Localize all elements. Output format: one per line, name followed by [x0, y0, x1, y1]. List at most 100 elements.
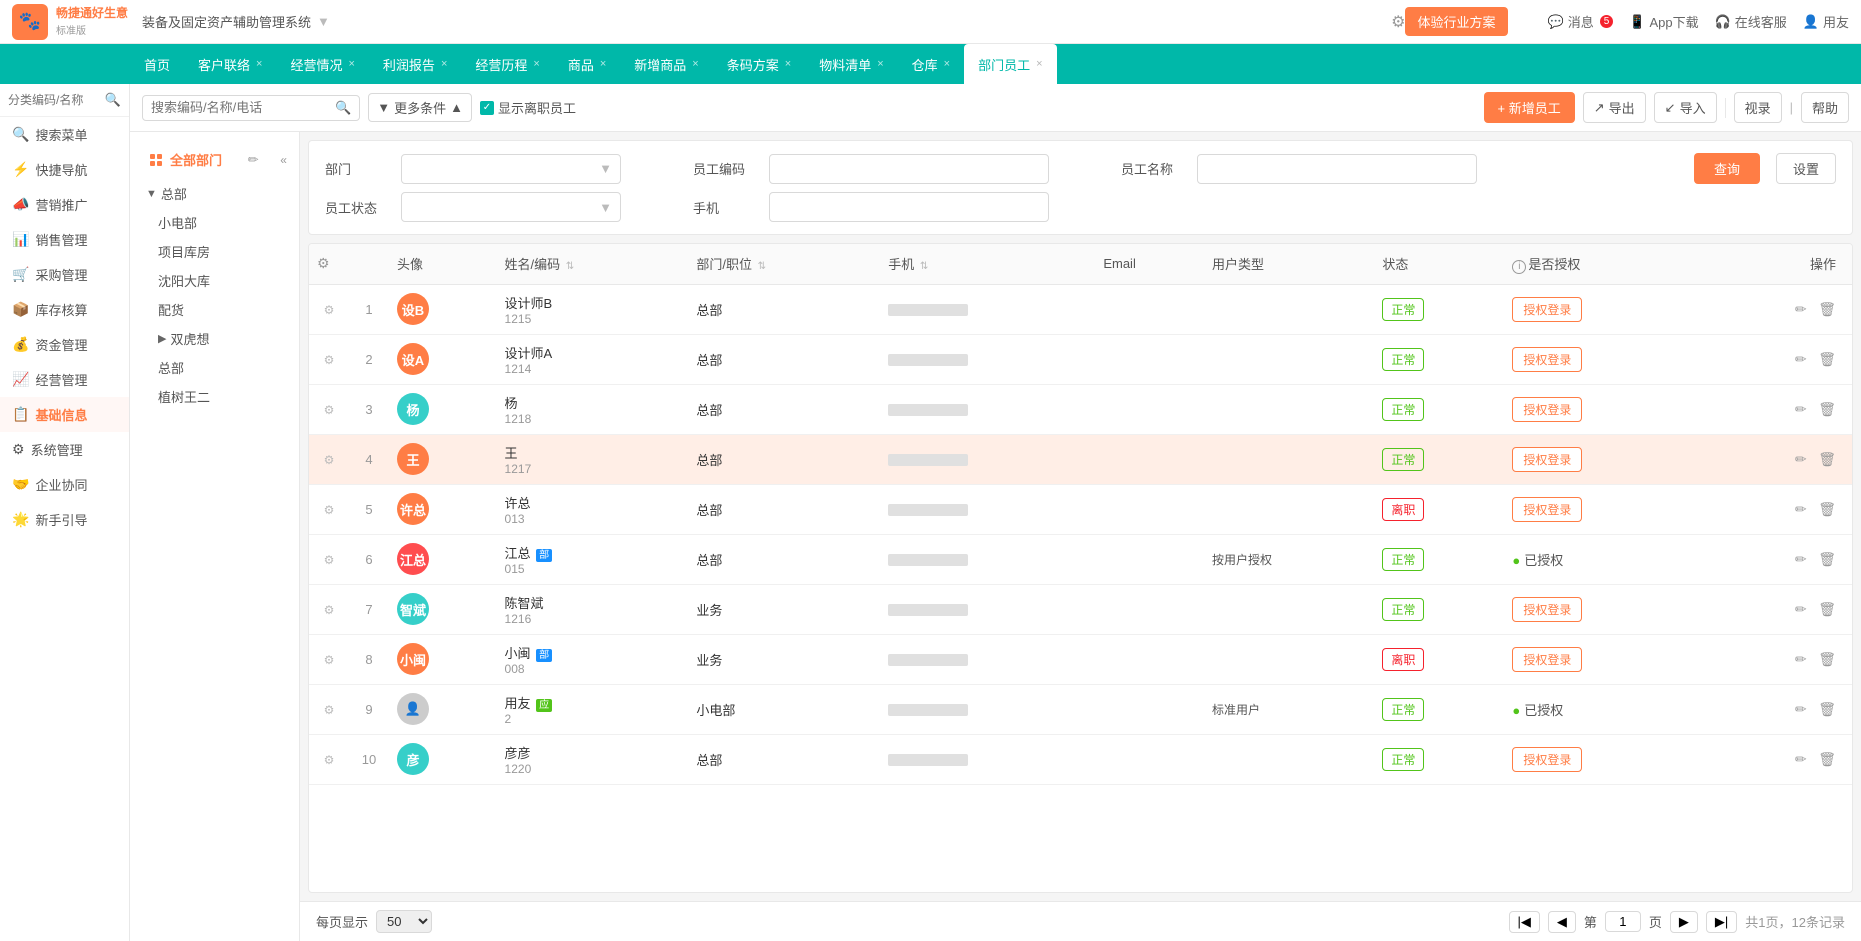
auth-button[interactable]: 授权登录 — [1512, 597, 1582, 622]
auth-button[interactable]: 授权登录 — [1512, 397, 1582, 422]
settings-button[interactable]: ⚙ — [1391, 12, 1405, 32]
tab-warehouse[interactable]: 仓库 × — [898, 44, 964, 84]
row-settings-icon[interactable]: ⚙ — [324, 653, 335, 667]
tab-barcode[interactable]: 条码方案 × — [713, 44, 805, 84]
row-settings-icon[interactable]: ⚙ — [324, 453, 335, 467]
auth-info-icon[interactable]: i — [1512, 260, 1526, 274]
edit-button[interactable]: ✏ — [1791, 749, 1811, 770]
dept-collapse-button[interactable]: « — [274, 151, 293, 169]
sidebar-item-system[interactable]: ⚙ 系统管理 — [0, 432, 129, 467]
view-button[interactable]: 视录 — [1734, 92, 1782, 123]
import-button[interactable]: ↙ 导入 — [1654, 92, 1717, 123]
emp-code-input[interactable] — [769, 154, 1049, 184]
dept-node-shenyang[interactable]: 沈阳大库 — [130, 266, 299, 295]
table-settings-icon[interactable]: ⚙ — [317, 255, 330, 271]
edit-button[interactable]: ✏ — [1791, 599, 1811, 620]
sidebar-item-collab[interactable]: 🤝 企业协同 — [0, 467, 129, 502]
search-input[interactable] — [151, 100, 331, 115]
dept-node-electronics[interactable]: 小电部 — [130, 208, 299, 237]
dept-node-plant[interactable]: 植树王二 — [130, 382, 299, 411]
tab-goods[interactable]: 商品 × — [554, 44, 620, 84]
app-download-button[interactable]: 📱 App下载 — [1629, 12, 1698, 31]
tab-dept-staff[interactable]: 部门员工 × — [964, 44, 1056, 84]
edit-button[interactable]: ✏ — [1791, 649, 1811, 670]
dept-node-distribution[interactable]: 配货 — [130, 295, 299, 324]
delete-button[interactable]: 🗑 — [1814, 299, 1840, 320]
auth-button[interactable]: 授权登录 — [1512, 497, 1582, 522]
edit-button[interactable]: ✏ — [1791, 349, 1811, 370]
export-button[interactable]: ↗ 导出 — [1583, 92, 1646, 123]
next-page-button[interactable]: ▶ — [1670, 911, 1698, 933]
sidebar-item-marketing[interactable]: 📣 营销推广 — [0, 187, 129, 222]
auth-button[interactable]: 授权登录 — [1512, 647, 1582, 672]
edit-button[interactable]: ✏ — [1791, 299, 1811, 320]
last-page-button[interactable]: ▶| — [1706, 911, 1737, 933]
edit-button[interactable]: ✏ — [1791, 399, 1811, 420]
tab-bom[interactable]: 物料清单 × — [805, 44, 897, 84]
row-settings-icon[interactable]: ⚙ — [324, 553, 335, 567]
prev-page-button[interactable]: ◀ — [1548, 911, 1576, 933]
emp-name-input[interactable] — [1197, 154, 1477, 184]
edit-button[interactable]: ✏ — [1791, 449, 1811, 470]
tab-add-goods[interactable]: 新增商品 × — [620, 44, 712, 84]
more-filter-button[interactable]: ▼ 更多条件 ▲ — [368, 93, 472, 122]
delete-button[interactable]: 🗑 — [1814, 349, 1840, 370]
print-button[interactable]: 帮助 — [1801, 92, 1849, 123]
first-page-button[interactable]: |◀ — [1509, 911, 1540, 933]
sidebar-item-search[interactable]: 🔍 搜索菜单 — [0, 117, 129, 152]
delete-button[interactable]: 🗑 — [1814, 699, 1840, 720]
row-settings-icon[interactable]: ⚙ — [324, 353, 335, 367]
tab-home[interactable]: 首页 — [130, 44, 184, 84]
tab-history[interactable]: 经营历程 × — [461, 44, 553, 84]
show-resigned-checkbox[interactable]: ✓ 显示离职员工 — [480, 98, 576, 117]
sidebar-item-finance[interactable]: 💰 资金管理 — [0, 327, 129, 362]
row-settings-icon[interactable]: ⚙ — [324, 403, 335, 417]
delete-button[interactable]: 🗑 — [1814, 649, 1840, 670]
row-settings-icon[interactable]: ⚙ — [324, 303, 335, 317]
dept-node-project[interactable]: 项目库房 — [130, 237, 299, 266]
sidebar-search-input[interactable] — [8, 93, 101, 107]
phone-input[interactable] — [769, 192, 1049, 222]
delete-button[interactable]: 🗑 — [1814, 549, 1840, 570]
dept-node-headquarters[interactable]: ▼ 总部 — [130, 179, 299, 208]
delete-button[interactable]: 🗑 — [1814, 749, 1840, 770]
delete-button[interactable]: 🗑 — [1814, 499, 1840, 520]
edit-button[interactable]: ✏ — [1791, 549, 1811, 570]
delete-button[interactable]: 🗑 — [1814, 599, 1840, 620]
row-settings-icon[interactable]: ⚙ — [324, 503, 335, 517]
tab-profit[interactable]: 利润报告 × — [369, 44, 461, 84]
sidebar-item-operation[interactable]: 📈 经营管理 — [0, 362, 129, 397]
tab-customer[interactable]: 客户联络 × — [184, 44, 276, 84]
auth-button[interactable]: 授权登录 — [1512, 297, 1582, 322]
dept-filter-select[interactable]: ▼ — [401, 154, 621, 184]
dept-node-shuanghu[interactable]: ▶ 双虎想 — [130, 324, 299, 353]
auth-button[interactable]: 授权登录 — [1512, 347, 1582, 372]
query-button[interactable]: 查询 — [1694, 153, 1760, 184]
add-employee-button[interactable]: + 新增员工 — [1484, 92, 1575, 123]
row-settings-icon[interactable]: ⚙ — [324, 703, 335, 717]
delete-button[interactable]: 🗑 — [1814, 399, 1840, 420]
sidebar-item-basic-info[interactable]: 📋 基础信息 — [0, 397, 129, 432]
trial-button[interactable]: 体验行业方案 — [1405, 7, 1507, 36]
edit-button[interactable]: ✏ — [1791, 499, 1811, 520]
set-button[interactable]: 设置 — [1776, 153, 1836, 184]
emp-status-select[interactable]: ▼ — [401, 192, 621, 222]
tab-operation[interactable]: 经营情况 × — [276, 44, 368, 84]
page-input[interactable] — [1605, 911, 1641, 932]
sidebar-item-purchase[interactable]: 🛒 采购管理 — [0, 257, 129, 292]
delete-button[interactable]: 🗑 — [1814, 449, 1840, 470]
sidebar-item-shortcuts[interactable]: ⚡ 快捷导航 — [0, 152, 129, 187]
sidebar-item-sales[interactable]: 📊 销售管理 — [0, 222, 129, 257]
sidebar-item-inventory[interactable]: 📦 库存核算 — [0, 292, 129, 327]
online-service-button[interactable]: 🎧 在线客服 — [1715, 12, 1787, 31]
row-settings-icon[interactable]: ⚙ — [324, 753, 335, 767]
user-menu[interactable]: 👤 用友 — [1803, 12, 1849, 31]
dept-edit-icon[interactable]: ✏ — [248, 152, 259, 168]
row-settings-icon[interactable]: ⚙ — [324, 603, 335, 617]
dept-all-button[interactable]: 全部部门 — [138, 144, 232, 175]
auth-button[interactable]: 授权登录 — [1512, 747, 1582, 772]
per-page-select[interactable]: 50 20 100 — [376, 910, 432, 933]
auth-button[interactable]: 授权登录 — [1512, 447, 1582, 472]
dept-node-hq2[interactable]: 总部 — [130, 353, 299, 382]
sidebar-item-guide[interactable]: 🌟 新手引导 — [0, 502, 129, 537]
